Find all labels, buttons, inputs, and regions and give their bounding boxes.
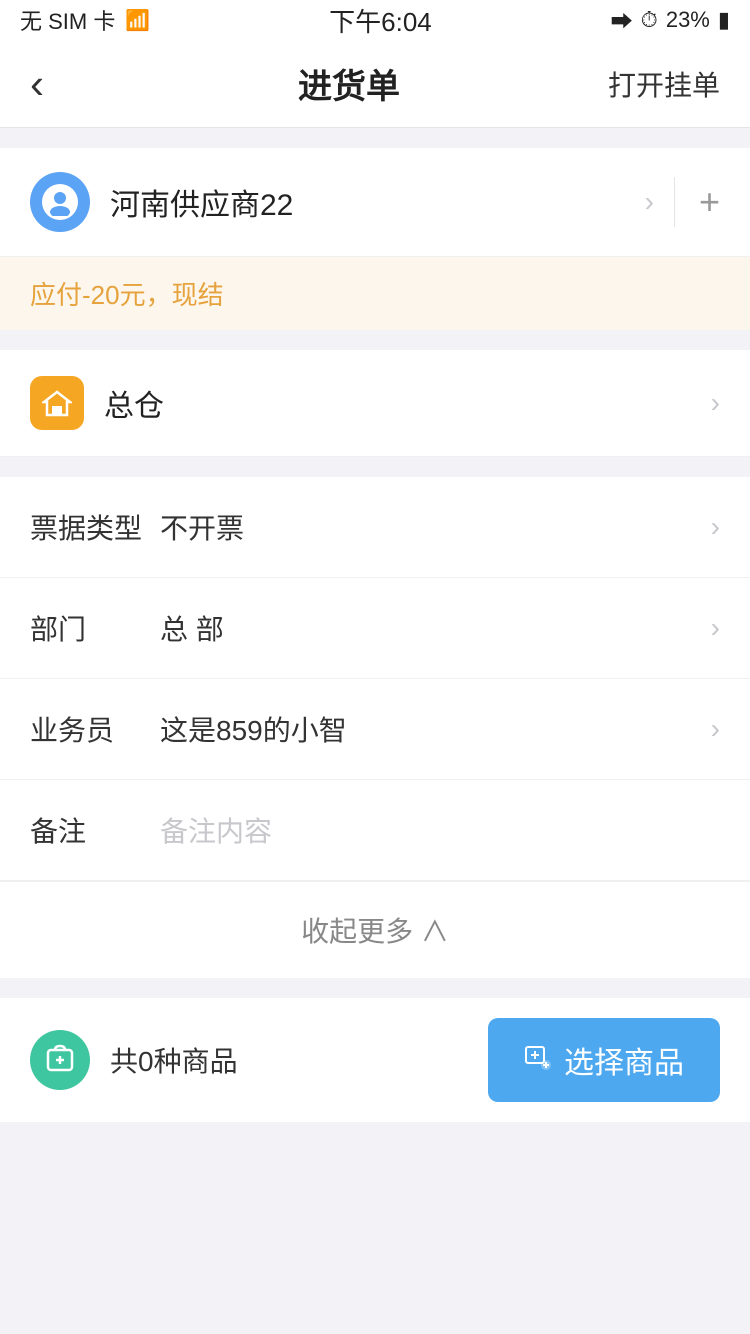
- user-icon: [46, 188, 74, 216]
- wifi-icon: 📶: [125, 8, 150, 33]
- warehouse-chevron-icon: ›: [711, 387, 720, 419]
- warehouse-icon: [30, 376, 84, 430]
- notice-text: 应付-20元，现结: [30, 280, 224, 310]
- salesman-row[interactable]: 业务员 这是859的小智 ›: [0, 679, 750, 780]
- salesman-label: 业务员: [30, 709, 160, 749]
- status-bar: 无 SIM 卡 📶 下午6:04 ⮕ ⏱ 23% ▮: [0, 0, 750, 40]
- cart-icon: [44, 1044, 76, 1076]
- warehouse-row[interactable]: 总仓 ›: [0, 350, 750, 457]
- back-icon: ‹: [30, 60, 44, 107]
- open-pending-button[interactable]: 打开挂单: [608, 64, 720, 104]
- remark-label: 备注: [30, 810, 160, 850]
- section-gap-3: [0, 457, 750, 477]
- invoice-label: 票据类型: [30, 507, 160, 547]
- dept-value: 总 部: [160, 608, 711, 648]
- notice-banner: 应付-20元，现结: [0, 257, 750, 330]
- supplier-card: 河南供应商22 › + 应付-20元，现结: [0, 148, 750, 330]
- back-button[interactable]: ‹: [30, 60, 90, 108]
- page-title: 进货单: [298, 59, 400, 108]
- select-product-label: 选择商品: [564, 1038, 684, 1082]
- battery-text: 23%: [666, 7, 710, 33]
- product-icon: [30, 1030, 90, 1090]
- product-bar: 共0种商品 选择商品: [0, 998, 750, 1122]
- product-count: 共0种商品: [110, 1040, 488, 1080]
- cart-add-icon: [524, 1043, 552, 1071]
- alarm-icon: ⏱: [641, 7, 658, 33]
- form-card: 票据类型 不开票 › 部门 总 部 › 业务员 这是859的小智 › 备注 备注…: [0, 477, 750, 978]
- dept-label: 部门: [30, 608, 160, 648]
- remark-placeholder: 备注内容: [160, 810, 720, 850]
- collapse-button[interactable]: 收起更多 ∧: [0, 881, 750, 978]
- supplier-avatar-inner: [42, 184, 78, 220]
- carrier-text: 无 SIM 卡: [20, 4, 115, 36]
- page-content: 河南供应商22 › + 应付-20元，现结 总仓 › 票据类型: [0, 128, 750, 1334]
- invoice-row[interactable]: 票据类型 不开票 ›: [0, 477, 750, 578]
- warehouse-card: 总仓 ›: [0, 350, 750, 457]
- section-gap-2: [0, 330, 750, 350]
- dept-chevron-icon: ›: [711, 612, 720, 644]
- remark-row[interactable]: 备注 备注内容: [0, 780, 750, 881]
- section-gap-1: [0, 128, 750, 148]
- dept-row[interactable]: 部门 总 部 ›: [0, 578, 750, 679]
- home-icon: [42, 388, 72, 418]
- salesman-chevron-icon: ›: [711, 713, 720, 745]
- location-icon: ⮕: [611, 4, 633, 36]
- supplier-add-button[interactable]: +: [699, 181, 720, 223]
- status-time: 下午6:04: [329, 2, 432, 39]
- section-gap-4: [0, 978, 750, 998]
- supplier-avatar: [30, 172, 90, 232]
- select-product-icon: [524, 1043, 552, 1078]
- select-product-button[interactable]: 选择商品: [488, 1018, 720, 1102]
- supplier-name: 河南供应商22: [110, 180, 645, 224]
- invoice-chevron-icon: ›: [711, 511, 720, 543]
- supplier-row[interactable]: 河南供应商22 › +: [0, 148, 750, 257]
- invoice-value: 不开票: [160, 507, 711, 547]
- status-right: ⮕ ⏱ 23% ▮: [611, 4, 730, 36]
- warehouse-name: 总仓: [104, 381, 711, 425]
- salesman-value: 这是859的小智: [160, 709, 711, 749]
- nav-bar: ‹ 进货单 打开挂单: [0, 40, 750, 128]
- battery-icon: ▮: [718, 7, 730, 33]
- supplier-chevron-icon: ›: [645, 186, 654, 218]
- status-left: 无 SIM 卡 📶: [20, 4, 150, 36]
- supplier-divider: [674, 177, 675, 227]
